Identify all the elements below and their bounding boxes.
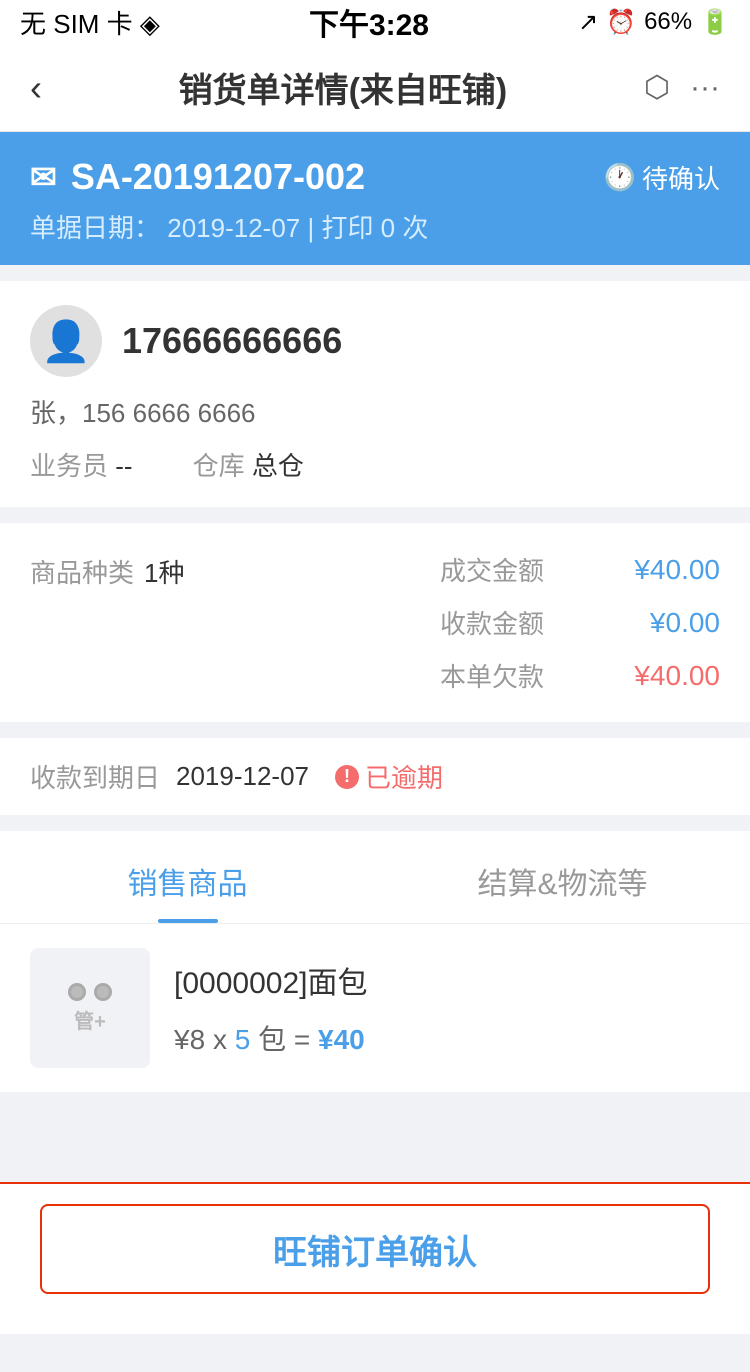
nav-left: ‹ (30, 67, 42, 109)
owed-label: 本单欠款 (440, 657, 544, 694)
tab-bar: 销售商品 结算&物流等 (0, 831, 750, 924)
product-logo: 管+ (68, 983, 112, 1034)
transaction-value: ¥40.00 (634, 554, 720, 586)
clock-icon: ⏰ (606, 8, 636, 37)
product-unit: 包 (258, 1024, 286, 1055)
multiply-sign: x (213, 1024, 227, 1055)
product-list: 管+ [0000002]面包 ¥8 x 5 包 = ¥40 (0, 924, 750, 1092)
sales-label: 业务员 (30, 451, 108, 481)
product-qty: 5 (235, 1024, 251, 1055)
battery-icon: 🔋 (700, 8, 730, 37)
customer-meta: 业务员 -- 仓库 总仓 (30, 446, 720, 483)
status-left: 无 SIM 卡 ◈ (20, 4, 160, 41)
summary-right: 成交金额 ¥40.00 收款金额 ¥0.00 本单欠款 ¥40.00 (440, 543, 720, 702)
customer-phone: 17666666666 (122, 320, 342, 362)
sales-value: -- (115, 451, 132, 481)
unit-price: ¥8 (174, 1024, 205, 1055)
page-title: 销货单详情(来自旺铺) (179, 63, 508, 112)
product-total: ¥40 (318, 1024, 365, 1055)
type-label: 商品种类 (30, 553, 134, 590)
due-date-card: 收款到期日 2019-12-07 ! 已逾期 (0, 738, 750, 815)
warehouse-value: 总仓 (252, 451, 304, 481)
avatar: 👤 (30, 305, 102, 377)
product-info: [0000002]面包 ¥8 x 5 包 = ¥40 (174, 958, 720, 1058)
order-header-card: ✉ SA-20191207-002 🕐 待确认 单据日期： 2019-12-07… (0, 132, 750, 265)
status-time: 下午3:28 (309, 0, 429, 44)
received-label: 收款金额 (440, 604, 544, 641)
tab-sales-products[interactable]: 销售商品 (0, 831, 375, 923)
product-thumbnail: 管+ (30, 948, 150, 1068)
sales-info: 业务员 -- (30, 446, 133, 483)
back-button[interactable]: ‹ (30, 67, 42, 109)
product-type-info: 商品种类 1种 (30, 543, 184, 600)
warehouse-info: 仓库 总仓 (193, 446, 304, 483)
confirm-order-button[interactable]: 旺铺订单确认 (40, 1204, 710, 1294)
nav-right: ⬡ ··· (644, 70, 720, 105)
status-right: ↗ ⏰ 66% 🔋 (578, 8, 730, 37)
owl-text: 管+ (74, 1005, 106, 1034)
order-date-info: 单据日期： 2019-12-07 | 打印 0 次 (30, 208, 720, 245)
product-item: 管+ [0000002]面包 ¥8 x 5 包 = ¥40 (0, 924, 750, 1092)
more-icon[interactable]: ··· (690, 71, 720, 105)
gps-icon: ↗ (578, 8, 598, 37)
person-icon: 👤 (41, 318, 91, 365)
share-icon[interactable]: ⬡ (644, 70, 670, 105)
owed-value: ¥40.00 (634, 660, 720, 692)
overdue-dot-icon: ! (335, 765, 359, 789)
customer-card: 👤 17666666666 张，156 6666 6666 业务员 -- 仓库 … (0, 281, 750, 507)
due-label: 收款到期日 (30, 758, 160, 795)
due-date-value: 2019-12-07 (176, 761, 309, 792)
sim-status: 无 SIM 卡 ◈ (20, 4, 160, 41)
owl-eye-left (68, 983, 86, 1001)
summary-left: 商品种类 1种 (30, 543, 184, 600)
product-price: ¥8 x 5 包 = ¥40 (174, 1018, 720, 1058)
overdue-badge: ! 已逾期 (335, 758, 443, 795)
battery-level: 66% (644, 8, 692, 36)
transaction-label: 成交金额 (440, 551, 544, 588)
order-id: ✉ SA-20191207-002 (30, 156, 365, 198)
customer-detail: 张，156 6666 6666 (30, 393, 720, 430)
tab-settlement-logistics[interactable]: 结算&物流等 (375, 831, 750, 923)
equals-sign: = (294, 1024, 310, 1055)
nav-bar: ‹ 销货单详情(来自旺铺) ⬡ ··· (0, 44, 750, 132)
received-value: ¥0.00 (650, 607, 720, 639)
status-bar: 无 SIM 卡 ◈ 下午3:28 ↗ ⏰ 66% 🔋 (0, 0, 750, 44)
transaction-row: 成交金额 ¥40.00 (440, 543, 720, 596)
received-row: 收款金额 ¥0.00 (440, 596, 720, 649)
warehouse-label: 仓库 (193, 451, 245, 481)
overdue-text: 已逾期 (365, 758, 443, 795)
owed-row: 本单欠款 ¥40.00 (440, 649, 720, 702)
order-icon: ✉ (30, 158, 57, 196)
type-value: 1种 (144, 553, 184, 590)
order-status: 🕐 待确认 (604, 159, 720, 196)
owl-eye-right (94, 983, 112, 1001)
summary-card: 商品种类 1种 成交金额 ¥40.00 收款金额 ¥0.00 本单欠款 ¥40.… (0, 523, 750, 722)
product-name: [0000002]面包 (174, 958, 720, 1002)
status-clock-icon: 🕐 (604, 162, 636, 193)
bottom-bar: 旺铺订单确认 (0, 1182, 750, 1334)
